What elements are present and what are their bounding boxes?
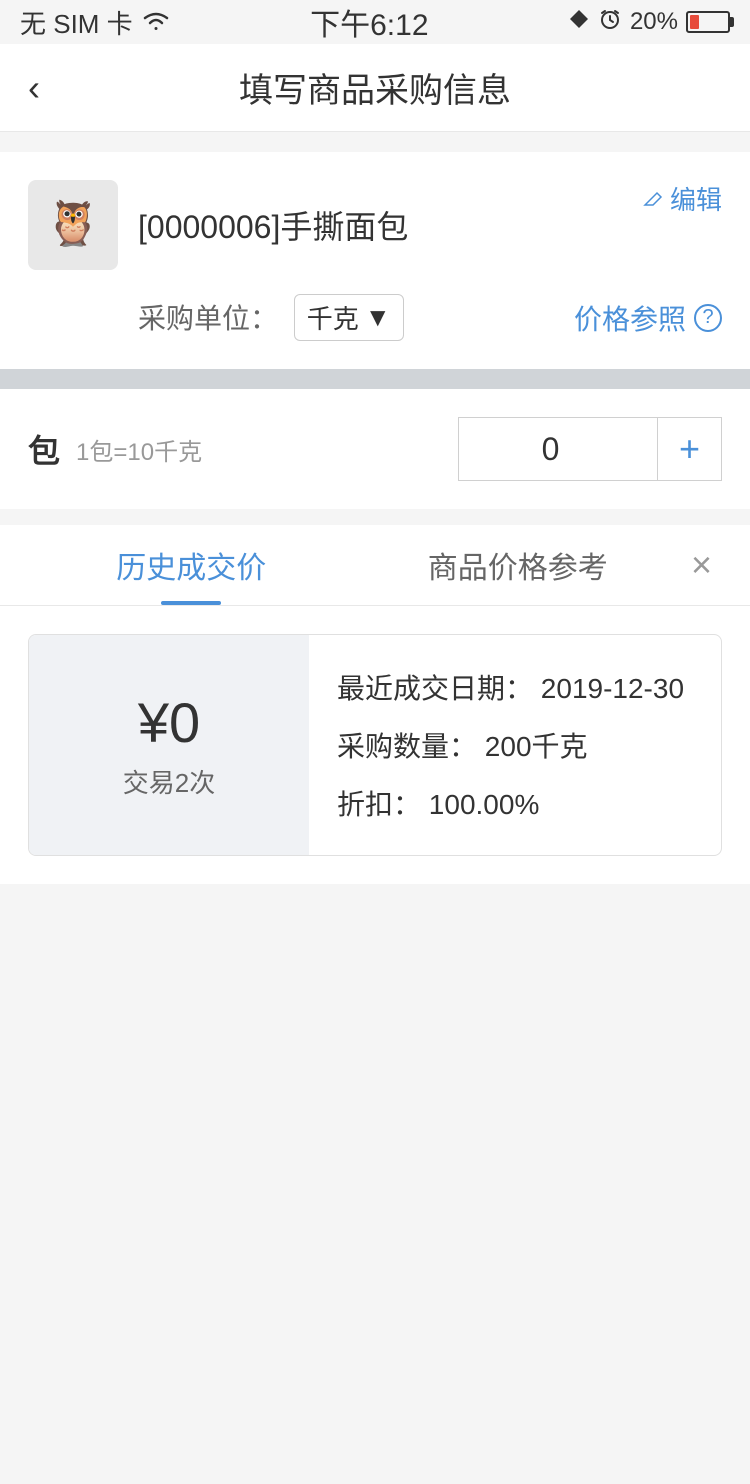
tabs-container: 历史成交价 商品价格参考 × xyxy=(0,525,750,606)
price-amount: ¥0 xyxy=(138,690,200,755)
tab-content: ¥0 交易2次 最近成交日期： 2019-12-30 采购数量： 200千克 折… xyxy=(0,606,750,884)
purchase-qty-label: 采购数量： xyxy=(337,731,477,762)
quantity-plus-button[interactable]: + xyxy=(658,417,722,481)
quantity-input-section: + xyxy=(458,417,722,481)
price-trades: 交易2次 xyxy=(123,763,215,800)
discount-value: 100.00% xyxy=(429,789,540,820)
back-button[interactable]: ‹ xyxy=(28,67,40,109)
product-header: 🦉 [0000006]手撕面包 编辑 xyxy=(28,180,722,270)
page-title: 填写商品采购信息 xyxy=(239,63,511,112)
tab-product-price-ref[interactable]: 商品价格参考 xyxy=(354,525,680,605)
wifi-icon xyxy=(141,7,171,38)
product-card: 🦉 [0000006]手撕面包 编辑 采购单位： 千克 ▼ 价格参照 ? xyxy=(0,152,750,369)
package-unit-icon: 包 xyxy=(28,426,60,472)
product-left: 🦉 [0000006]手撕面包 xyxy=(28,180,408,270)
price-card: ¥0 交易2次 最近成交日期： 2019-12-30 采购数量： 200千克 折… xyxy=(28,634,722,856)
alarm-icon xyxy=(598,7,622,38)
recent-date-row: 最近成交日期： 2019-12-30 xyxy=(337,667,693,707)
purchase-qty-row: 采购数量： 200千克 xyxy=(337,725,693,765)
price-card-left: ¥0 交易2次 xyxy=(29,635,309,855)
price-ref-button[interactable]: 价格参照 ? xyxy=(574,298,722,338)
discount-row: 折扣： 100.00% xyxy=(337,783,693,823)
quantity-row: 包 1包=10千克 + xyxy=(0,389,750,509)
recent-date-label: 最近成交日期： xyxy=(337,673,533,704)
svg-text:🦉: 🦉 xyxy=(46,199,101,248)
no-sim-label: 无 SIM 卡 xyxy=(20,4,133,41)
status-bar: 无 SIM 卡 下午6:12 20% xyxy=(0,0,750,44)
discount-label: 折扣： xyxy=(337,789,421,820)
status-time: 下午6:12 xyxy=(310,0,428,44)
recent-date-value: 2019-12-30 xyxy=(541,673,684,704)
edit-button[interactable]: 编辑 xyxy=(642,180,722,217)
quantity-label-section: 包 1包=10千克 xyxy=(28,426,202,472)
tabs-header: 历史成交价 商品价格参考 × xyxy=(0,525,750,605)
unit-section: 采购单位： 千克 ▼ xyxy=(138,294,404,341)
status-left: 无 SIM 卡 xyxy=(20,4,171,41)
tab-history-price[interactable]: 历史成交价 xyxy=(28,525,354,605)
status-right: 20% xyxy=(568,7,730,38)
location-icon xyxy=(568,8,590,37)
price-card-right: 最近成交日期： 2019-12-30 采购数量： 200千克 折扣： 100.0… xyxy=(309,635,721,855)
battery-percent: 20% xyxy=(630,8,678,36)
main-content xyxy=(0,884,750,1484)
nav-bar: ‹ 填写商品采购信息 xyxy=(0,44,750,132)
unit-dropdown[interactable]: 千克 ▼ xyxy=(294,294,404,341)
unit-label: 采购单位： xyxy=(138,303,278,334)
unit-conversion: 1包=10千克 xyxy=(76,432,202,467)
product-footer: 采购单位： 千克 ▼ 价格参照 ? xyxy=(138,270,722,369)
dropdown-arrow: ▼ xyxy=(365,302,391,333)
section-divider xyxy=(0,369,750,389)
battery xyxy=(686,11,730,33)
product-thumbnail: 🦉 xyxy=(28,180,118,270)
product-name: [0000006]手撕面包 xyxy=(138,202,408,248)
quantity-input[interactable] xyxy=(458,417,658,481)
tab-close-button[interactable]: × xyxy=(681,534,722,596)
help-icon[interactable]: ? xyxy=(694,304,722,332)
purchase-qty-value: 200千克 xyxy=(485,731,588,762)
